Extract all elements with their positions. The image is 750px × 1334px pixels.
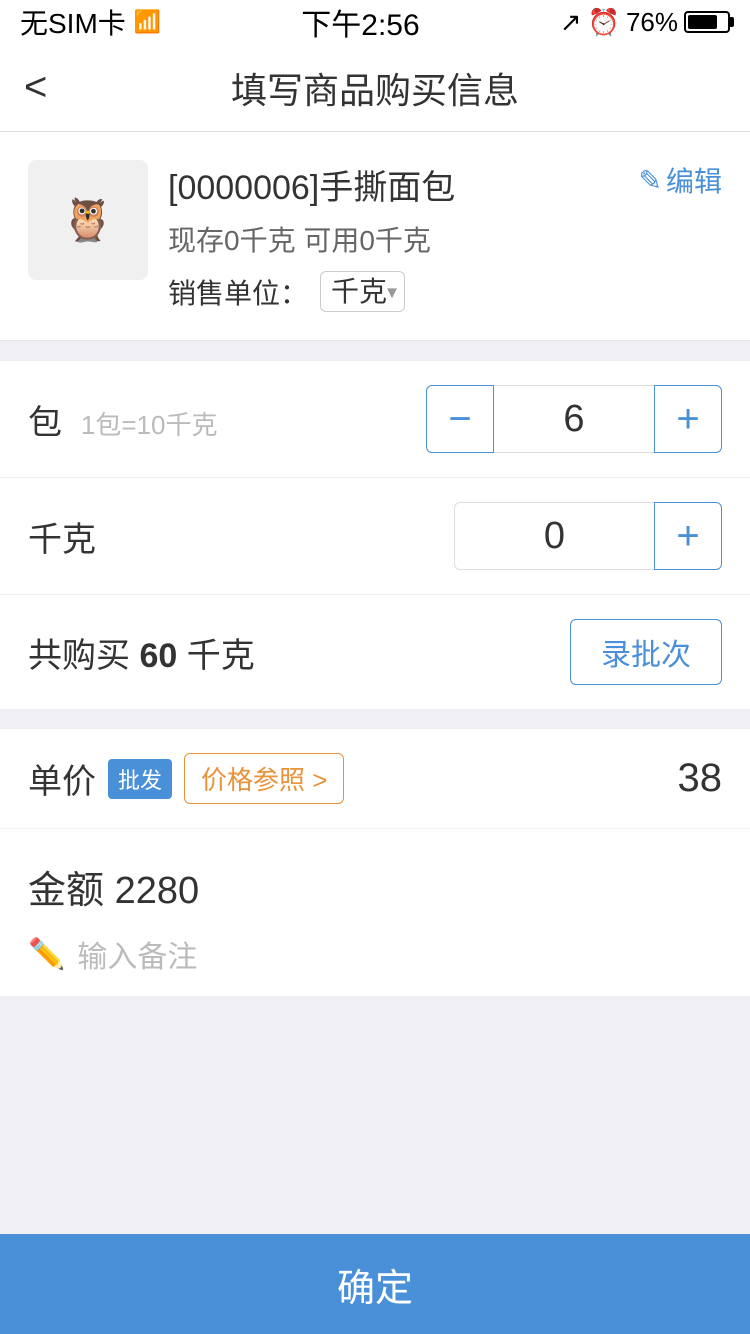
edit-icon: ✎	[639, 164, 662, 197]
status-time: 下午2:56	[301, 0, 419, 44]
package-hint: 1包=10千克	[81, 410, 218, 440]
separator-2	[0, 709, 750, 729]
package-plus-button[interactable]: +	[654, 385, 722, 453]
product-card: 🦉 [0000006]手撕面包 现存0千克 可用0千克 销售单位： 千克 ✎ 编…	[0, 132, 750, 341]
batch-button[interactable]: 录批次	[570, 619, 722, 685]
total-text: 共购买 60 千克	[28, 628, 255, 677]
unit-label: 销售单位：	[168, 272, 308, 312]
kilogram-row: 千克 +	[0, 478, 750, 595]
amount-row: 金额 2280	[28, 859, 722, 914]
package-row: 包 1包=10千克 − +	[0, 361, 750, 478]
wifi-icon: 📶	[134, 9, 161, 35]
price-value: 38	[678, 756, 723, 801]
battery-text: 76%	[626, 7, 678, 38]
back-button[interactable]: <	[24, 65, 47, 110]
pencil-icon: ✏️	[28, 937, 65, 972]
product-thumbnail: 🦉	[28, 160, 148, 280]
confirm-button[interactable]: 确定	[0, 1234, 750, 1334]
product-logo: 🦉	[62, 196, 114, 245]
edit-label: 编辑	[666, 160, 722, 200]
price-section: 单价 批发 价格参照 > 38	[0, 729, 750, 828]
package-qty-input[interactable]	[494, 385, 654, 453]
nav-bar: < 填写商品购买信息	[0, 44, 750, 132]
package-label: 包	[28, 404, 62, 442]
package-minus-button[interactable]: −	[426, 385, 494, 453]
price-label: 单价	[28, 754, 96, 803]
alarm-icon: ⏰	[588, 7, 620, 38]
input-section: 包 1包=10千克 − + 千克 + 共购买 60 千克 录批次	[0, 361, 750, 709]
total-unit: 千克	[187, 637, 255, 675]
product-stock: 现存0千克 可用0千克	[168, 219, 722, 259]
total-prefix: 共购买	[28, 637, 130, 675]
package-qty-control: − +	[426, 385, 722, 453]
page-title: 填写商品购买信息	[231, 62, 519, 114]
battery-icon	[684, 11, 730, 33]
price-badge: 批发	[108, 759, 172, 799]
unit-select[interactable]: 千克	[320, 271, 405, 312]
confirm-label: 确定	[337, 1257, 413, 1312]
product-unit-row: 销售单位： 千克	[168, 271, 722, 312]
status-right: ↗ ⏰ 76%	[560, 7, 730, 38]
amount-section: 金额 2280 ✏️ 输入备注	[0, 828, 750, 996]
kilogram-qty-input[interactable]	[454, 502, 654, 570]
package-label-group: 包 1包=10千克	[28, 395, 217, 444]
location-icon: ↗	[560, 7, 582, 38]
carrier-text: 无SIM卡	[20, 2, 126, 42]
edit-button[interactable]: ✎ 编辑	[639, 160, 722, 200]
note-placeholder[interactable]: 输入备注	[77, 932, 197, 976]
kilogram-plus-button[interactable]: +	[654, 502, 722, 570]
kilogram-label: 千克	[28, 512, 96, 561]
status-left: 无SIM卡 📶	[20, 2, 161, 42]
total-row: 共购买 60 千克 录批次	[0, 595, 750, 709]
price-reference-button[interactable]: 价格参照 >	[184, 753, 344, 804]
separator-1	[0, 341, 750, 361]
status-bar: 无SIM卡 📶 下午2:56 ↗ ⏰ 76%	[0, 0, 750, 44]
unit-select-wrap[interactable]: 千克	[320, 271, 405, 312]
note-row[interactable]: ✏️ 输入备注	[28, 932, 722, 976]
amount-value: 2280	[115, 870, 200, 912]
total-amount: 60	[139, 637, 177, 675]
kilogram-qty-control: +	[454, 502, 722, 570]
price-label-group: 单价 批发 价格参照 >	[28, 753, 344, 804]
amount-label: 金额	[28, 870, 104, 912]
